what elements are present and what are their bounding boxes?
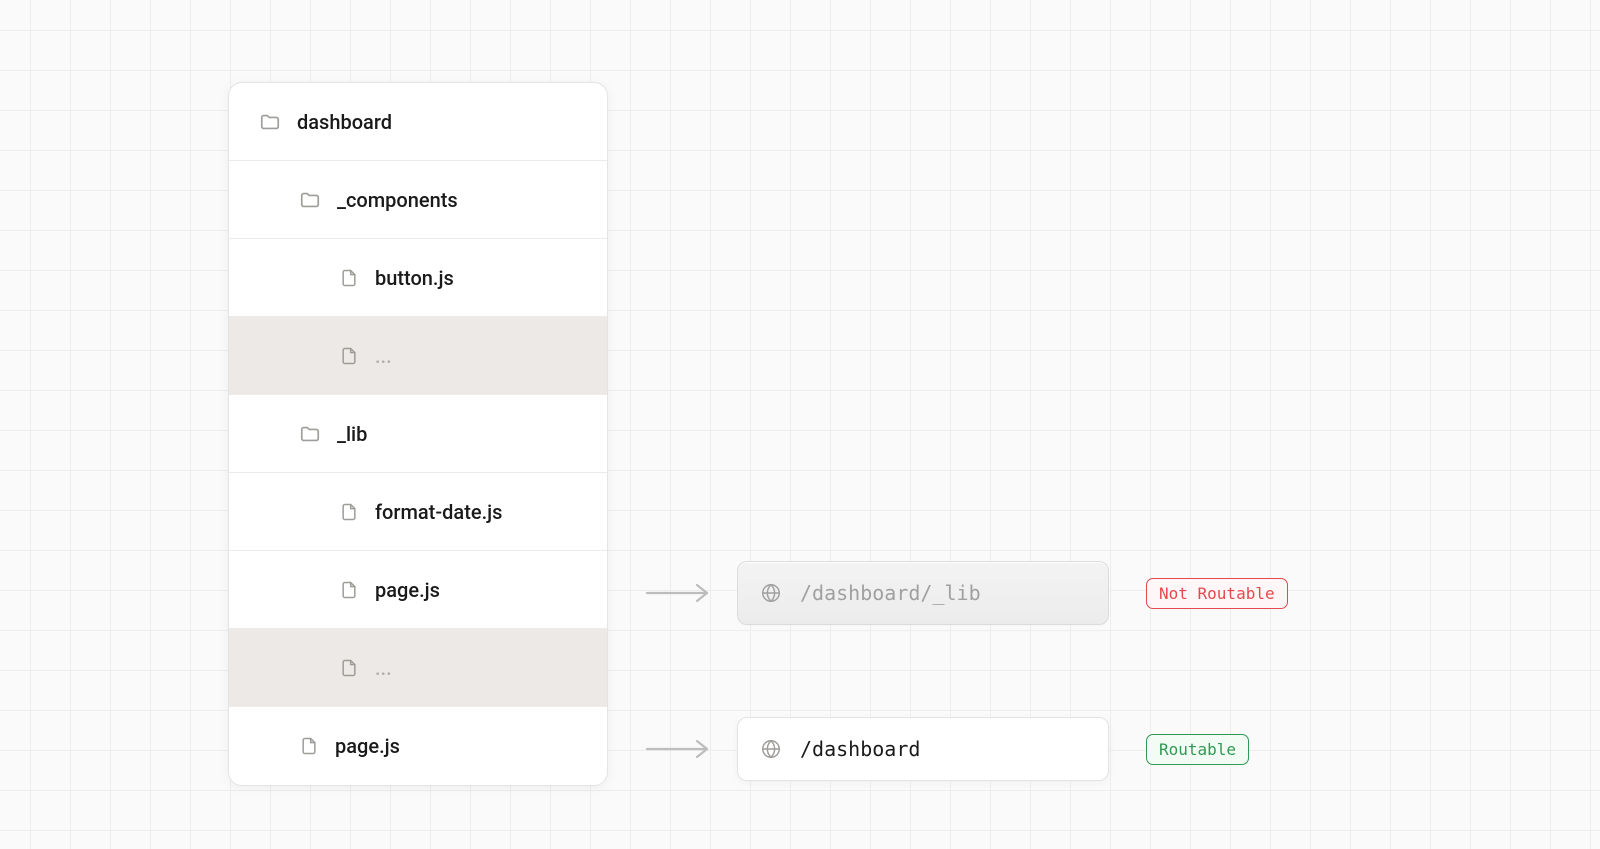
url-text: /dashboard — [800, 737, 920, 761]
tree-row-placeholder: ... — [229, 317, 607, 395]
folder-icon — [259, 111, 281, 133]
tree-row-format-date: format-date.js — [229, 473, 607, 551]
arrow-right-icon — [645, 737, 715, 765]
tree-row-components: _components — [229, 161, 607, 239]
tree-label: _components — [337, 188, 458, 212]
globe-icon — [760, 738, 782, 760]
file-icon — [339, 658, 359, 678]
tag-routable: Routable — [1146, 734, 1249, 765]
folder-icon — [299, 423, 321, 445]
tree-row-root-page: page.js — [229, 707, 607, 785]
tree-label: _lib — [337, 422, 367, 446]
url-pill-not-routable: /dashboard/_lib — [737, 561, 1109, 625]
tree-label: page.js — [335, 734, 400, 758]
tree-row-placeholder: ... — [229, 629, 607, 707]
file-icon — [299, 736, 319, 756]
arrow-right-icon — [645, 581, 715, 609]
url-text: /dashboard/_lib — [800, 581, 981, 605]
file-icon — [339, 502, 359, 522]
folder-icon — [299, 189, 321, 211]
tree-label: button.js — [375, 266, 454, 290]
tree-row-button-js: button.js — [229, 239, 607, 317]
tree-label: page.js — [375, 578, 440, 602]
tree-label: format-date.js — [375, 500, 502, 524]
tree-label: dashboard — [297, 110, 392, 134]
tree-row-lib: _lib — [229, 395, 607, 473]
globe-icon — [760, 582, 782, 604]
tree-row-lib-page: page.js — [229, 551, 607, 629]
file-icon — [339, 580, 359, 600]
tree-row-root: dashboard — [229, 83, 607, 161]
tree-label: ... — [375, 344, 392, 368]
url-pill-routable: /dashboard — [737, 717, 1109, 781]
file-tree: dashboard _components button.js ... _lib — [228, 82, 608, 786]
file-icon — [339, 268, 359, 288]
tag-not-routable: Not Routable — [1146, 578, 1288, 609]
tree-label: ... — [375, 656, 392, 680]
file-icon — [339, 346, 359, 366]
